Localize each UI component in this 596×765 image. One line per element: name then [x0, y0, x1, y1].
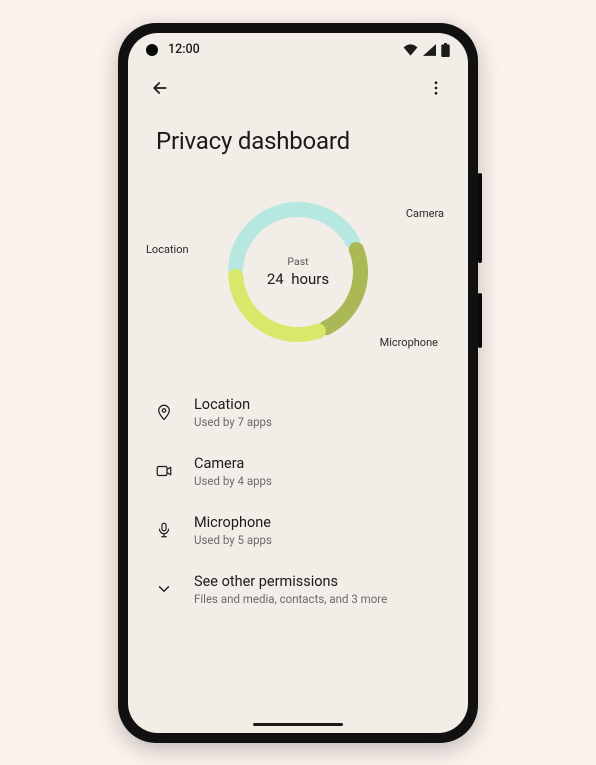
back-arrow-icon: [150, 78, 170, 98]
see-other-permissions-row[interactable]: See other permissions Files and media, c…: [150, 560, 446, 619]
power-button: [478, 293, 482, 348]
app-bar: [128, 67, 468, 109]
more-options-button[interactable]: [418, 70, 454, 106]
status-time: 12:00: [168, 42, 200, 57]
usage-donut-section: Location Camera Microphone Past 24 hours: [128, 167, 468, 377]
permission-title: Location: [194, 396, 272, 413]
wifi-icon: [403, 44, 418, 56]
donut-center-caption: Past: [287, 255, 308, 268]
donut-center: Past 24 hours: [223, 197, 373, 347]
back-button[interactable]: [142, 70, 178, 106]
permissions-list: Location Used by 7 apps Camera Used by 4…: [128, 377, 468, 619]
permission-subtitle: Used by 5 apps: [194, 533, 272, 547]
permission-subtitle: Used by 7 apps: [194, 415, 272, 429]
permission-row-location[interactable]: Location Used by 7 apps: [150, 383, 446, 442]
signal-icon: [423, 44, 436, 56]
more-vertical-icon: [427, 79, 445, 97]
microphone-icon: [155, 521, 173, 539]
volume-button: [478, 173, 482, 263]
donut-label-location: Location: [146, 243, 189, 256]
front-camera: [146, 44, 158, 56]
permission-title: Camera: [194, 455, 272, 472]
chevron-down-icon: [155, 580, 173, 598]
location-pin-icon: [155, 403, 173, 421]
permission-title: Microphone: [194, 514, 272, 531]
permission-subtitle: Used by 4 apps: [194, 474, 272, 488]
phone-frame: 12:00 Privacy dashboard Location Camera …: [118, 23, 478, 743]
permission-subtitle: Files and media, contacts, and 3 more: [194, 592, 387, 606]
battery-icon: [441, 43, 450, 57]
screen: 12:00 Privacy dashboard Location Camera …: [128, 33, 468, 733]
permission-title: See other permissions: [194, 573, 387, 590]
page-title: Privacy dashboard: [128, 109, 468, 163]
usage-donut-chart: Past 24 hours: [223, 197, 373, 347]
status-icons: [403, 43, 450, 57]
permission-row-camera[interactable]: Camera Used by 4 apps: [150, 442, 446, 501]
donut-center-main: 24 hours: [267, 270, 329, 288]
home-indicator[interactable]: [253, 723, 343, 726]
camera-icon: [155, 462, 173, 480]
status-bar: 12:00: [128, 33, 468, 67]
donut-label-microphone: Microphone: [380, 336, 438, 349]
donut-label-camera: Camera: [406, 207, 444, 220]
permission-row-microphone[interactable]: Microphone Used by 5 apps: [150, 501, 446, 560]
